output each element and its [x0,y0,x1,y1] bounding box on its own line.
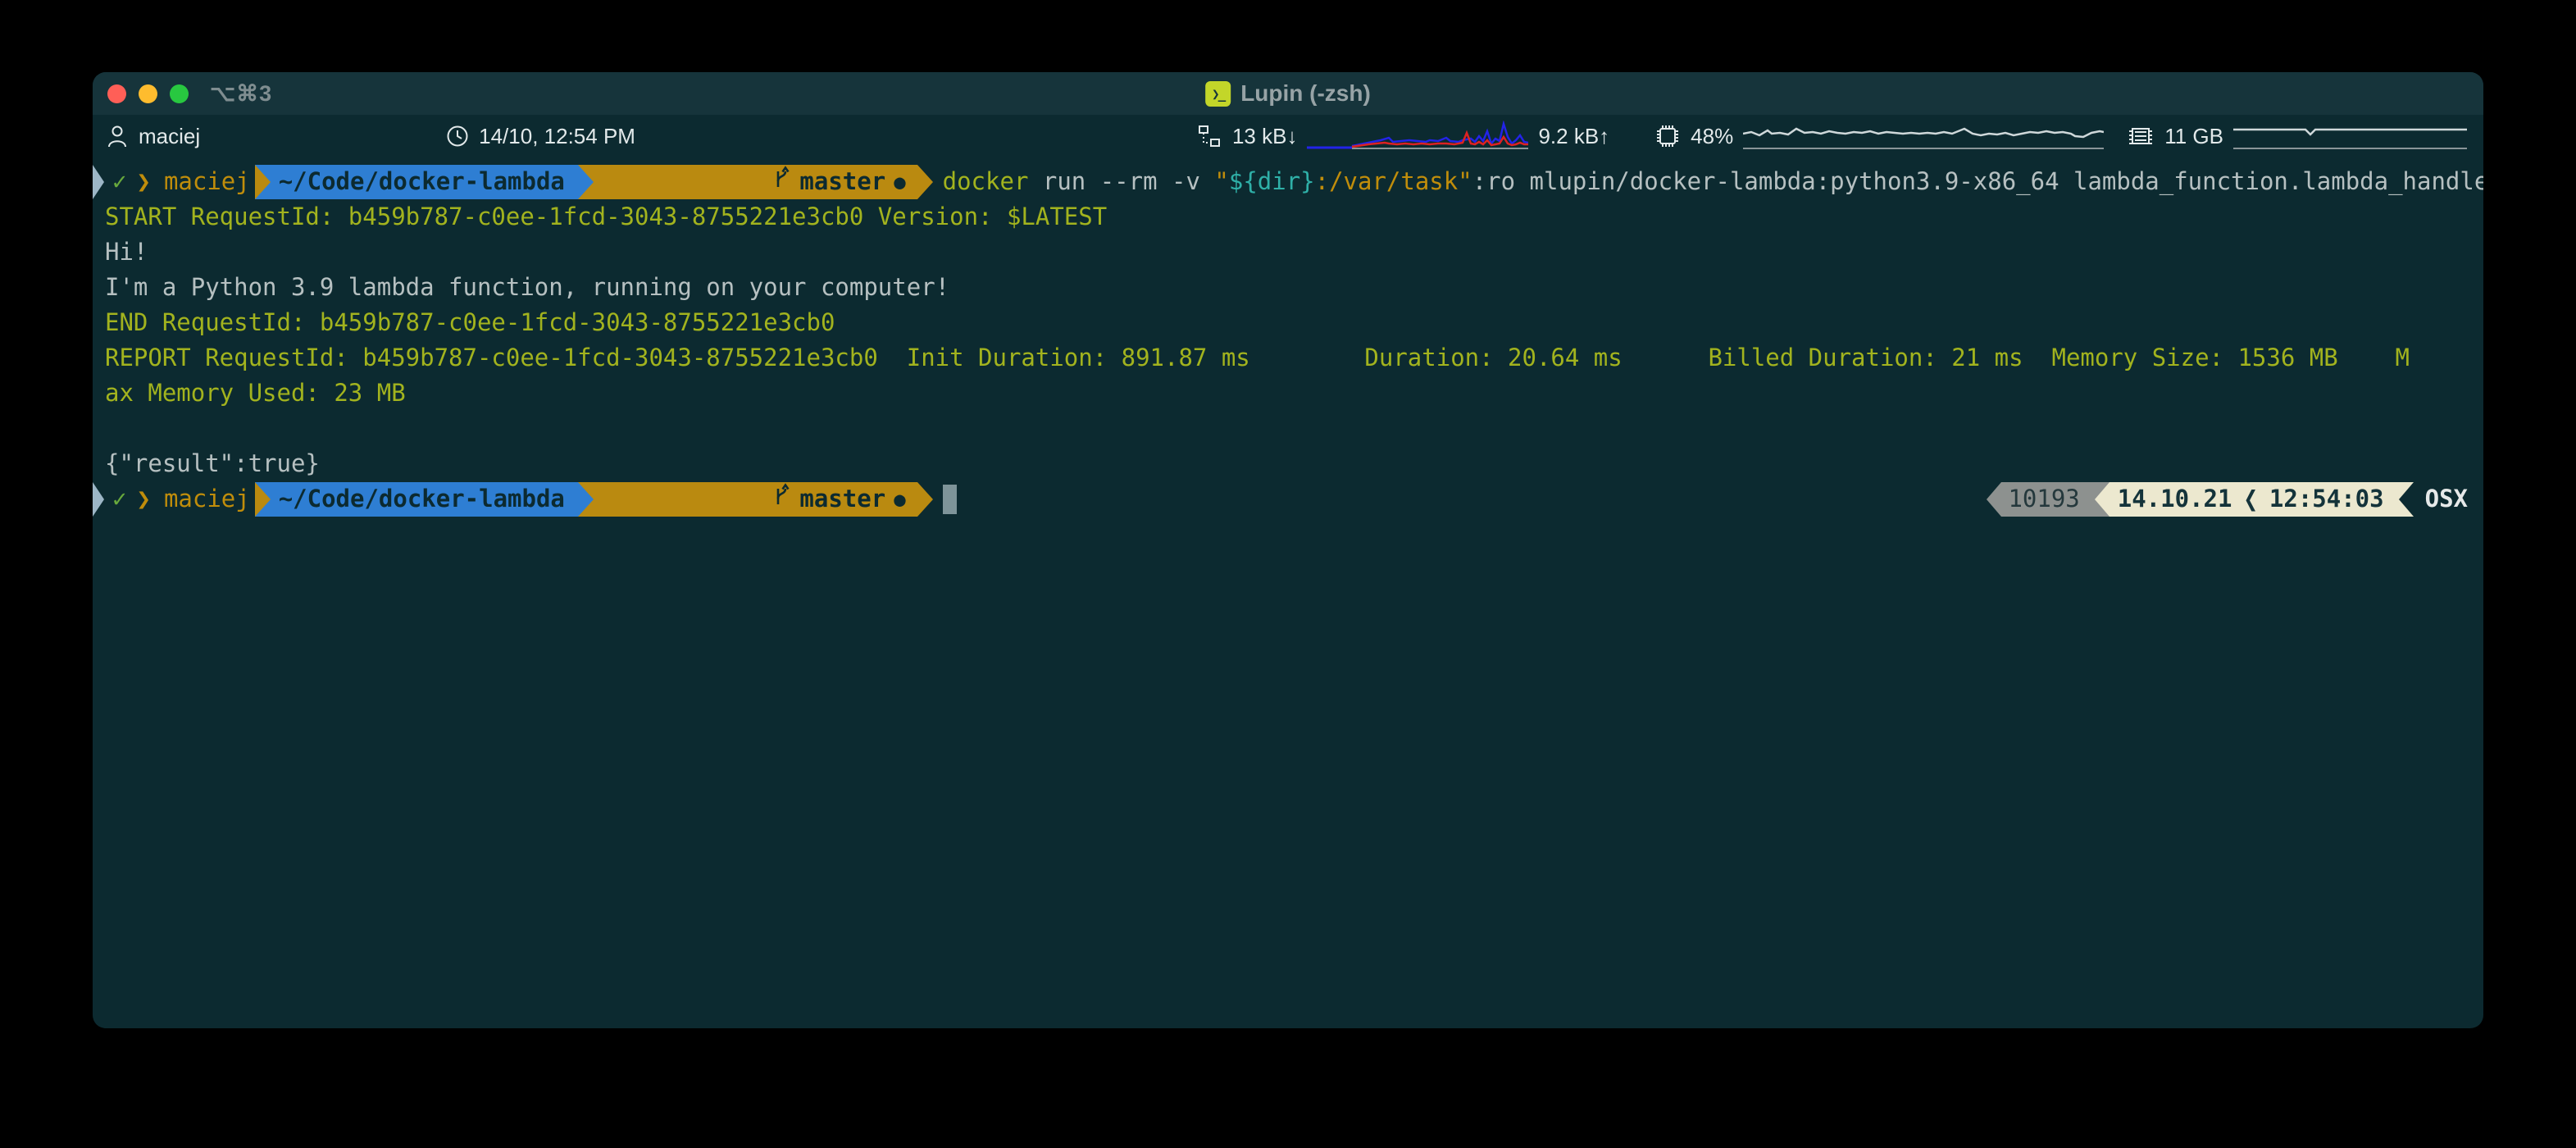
powerline-separator-icon [2399,482,2414,517]
net-down-label: 13 kB↓ [1232,124,1298,149]
ram-icon [2127,124,2155,148]
command-variable: ${dir} [1229,167,1315,195]
powerline-separator-icon [255,482,271,517]
prompt-path: ~/Code/docker-lambda [279,164,565,199]
powerline-separator-icon [917,165,933,199]
datetime-segment: 14.10.21❮12:54:03 [2109,482,2399,517]
traffic-lights [107,84,189,103]
prompt-user: maciej [164,164,250,199]
check-icon: ✓ [112,481,126,517]
prompt-edge-arrow-icon [93,165,104,199]
prompt-path-segment: ~/Code/docker-lambda [271,482,578,517]
network-indicator: 13 kB↓ 9.2 kB↑ [1196,121,1609,152]
command-text: docker run --rm -v "${dir}:/var/task":ro… [943,164,2483,199]
clock-icon [446,125,469,148]
os-label-segment: OSX [2414,482,2471,517]
prompt-status-segment: ✓ ❯ maciej [104,165,255,199]
minimize-button[interactable] [139,84,157,103]
command-args: run --rm -v [1028,167,1214,195]
history-number-segment: 10193 [2001,482,2094,517]
memory-label: 11 GB [2164,124,2223,149]
powerline-separator-icon [1987,482,2001,517]
command-args: :ro mlupin/docker-lambda:python3.9-x86_6… [1472,167,2483,195]
powerline-separator-icon [917,482,933,517]
cpu-label: 48% [1691,124,1733,149]
net-up-label: 9.2 kB↑ [1538,124,1609,149]
git-dirty-dot-icon: ● [894,172,905,192]
cpu-graph [1743,121,2104,152]
terminal-window[interactable]: ⌥⌘3 ❯_ Lupin (-zsh) maciej [93,72,2483,1028]
powerline-separator-icon [578,482,594,517]
git-branch-icon [600,446,792,552]
prompt-chevron-icon: ❯ [136,164,150,199]
terminal-screen[interactable]: ✓ ❯ maciej ~/Code/docker-lambda master ● do… [93,157,2483,1028]
desktop: ⌥⌘3 ❯_ Lupin (-zsh) maciej [0,0,2576,1148]
output-line-blank [105,411,2471,446]
user-icon [106,124,129,148]
status-bar: maciej 14/10, 12:54 PM 13 kB↓ [93,115,2483,157]
network-icon [1196,123,1222,149]
window-title: Lupin (-zsh) [1240,80,1371,107]
output-line-report: REPORT RequestId: b459b787-c0ee-1fcd-304… [105,340,2471,376]
output-line-end: END RequestId: b459b787-c0ee-1fcd-3043-8… [105,305,2471,340]
prompt-user: maciej [164,481,250,517]
output-line: I'm a Python 3.9 lambda function, runnin… [105,270,2471,305]
prompt-git-segment: master ● [594,482,917,517]
memory-indicator: 11 GB [2127,121,2467,152]
prompt-status-segment: ✓ ❯ maciej [104,482,255,517]
cpu-indicator: 48% [1654,121,2104,152]
window-shortcut-label: ⌥⌘3 [210,81,272,107]
prompt-line-2: ✓ ❯ maciej ~/Code/docker-lambda master ● [93,481,2471,517]
command-name: docker [943,167,1029,195]
time-label: 12:54:03 [2269,481,2384,517]
powerline-separator-icon [578,165,594,199]
powerline-separator-icon [2095,482,2109,517]
output-line: Hi! [105,235,2471,270]
command-quote: " [1214,167,1228,195]
command-string: :/var/task" [1315,167,1472,195]
cpu-icon [1654,123,1681,149]
right-prompt: 10193 14.10.21❮12:54:03 OSX [1987,482,2471,517]
check-icon: ✓ [112,164,126,199]
git-branch-label: master [799,164,885,199]
git-branch-label: master [799,481,885,517]
chevron-left-icon: ❮ [2243,477,2257,522]
network-graph [1307,121,1528,152]
cursor-block [943,485,957,514]
output-line-report-wrap: ax Memory Used: 23 MB [105,376,2471,411]
prompt-chevron-icon: ❯ [136,481,150,517]
prompt-path: ~/Code/docker-lambda [279,481,565,517]
close-button[interactable] [107,84,126,103]
prompt-edge-arrow-icon [93,482,104,517]
memory-graph [2233,121,2467,152]
git-dirty-dot-icon: ● [894,490,905,509]
os-label: OSX [2425,481,2468,517]
user-label: maciej [139,124,200,149]
terminal-app-icon: ❯_ [1205,81,1231,107]
title-bar[interactable]: ⌥⌘3 ❯_ Lupin (-zsh) [93,72,2483,115]
user-indicator: maciej [106,124,200,149]
window-title-area: ❯_ Lupin (-zsh) [1205,80,1371,107]
history-number: 10193 [2008,481,2079,517]
date-label: 14.10.21 [2118,481,2232,517]
zoom-button[interactable] [170,84,189,103]
prompt-git-segment: master ● [594,165,917,199]
output-line-result: {"result":true} [105,446,2471,481]
prompt-path-segment: ~/Code/docker-lambda [271,165,578,199]
output-line-start: START RequestId: b459b787-c0ee-1fcd-3043… [105,199,2471,235]
powerline-separator-icon [255,165,271,199]
prompt-line-1: ✓ ❯ maciej ~/Code/docker-lambda master ● do… [93,164,2471,199]
